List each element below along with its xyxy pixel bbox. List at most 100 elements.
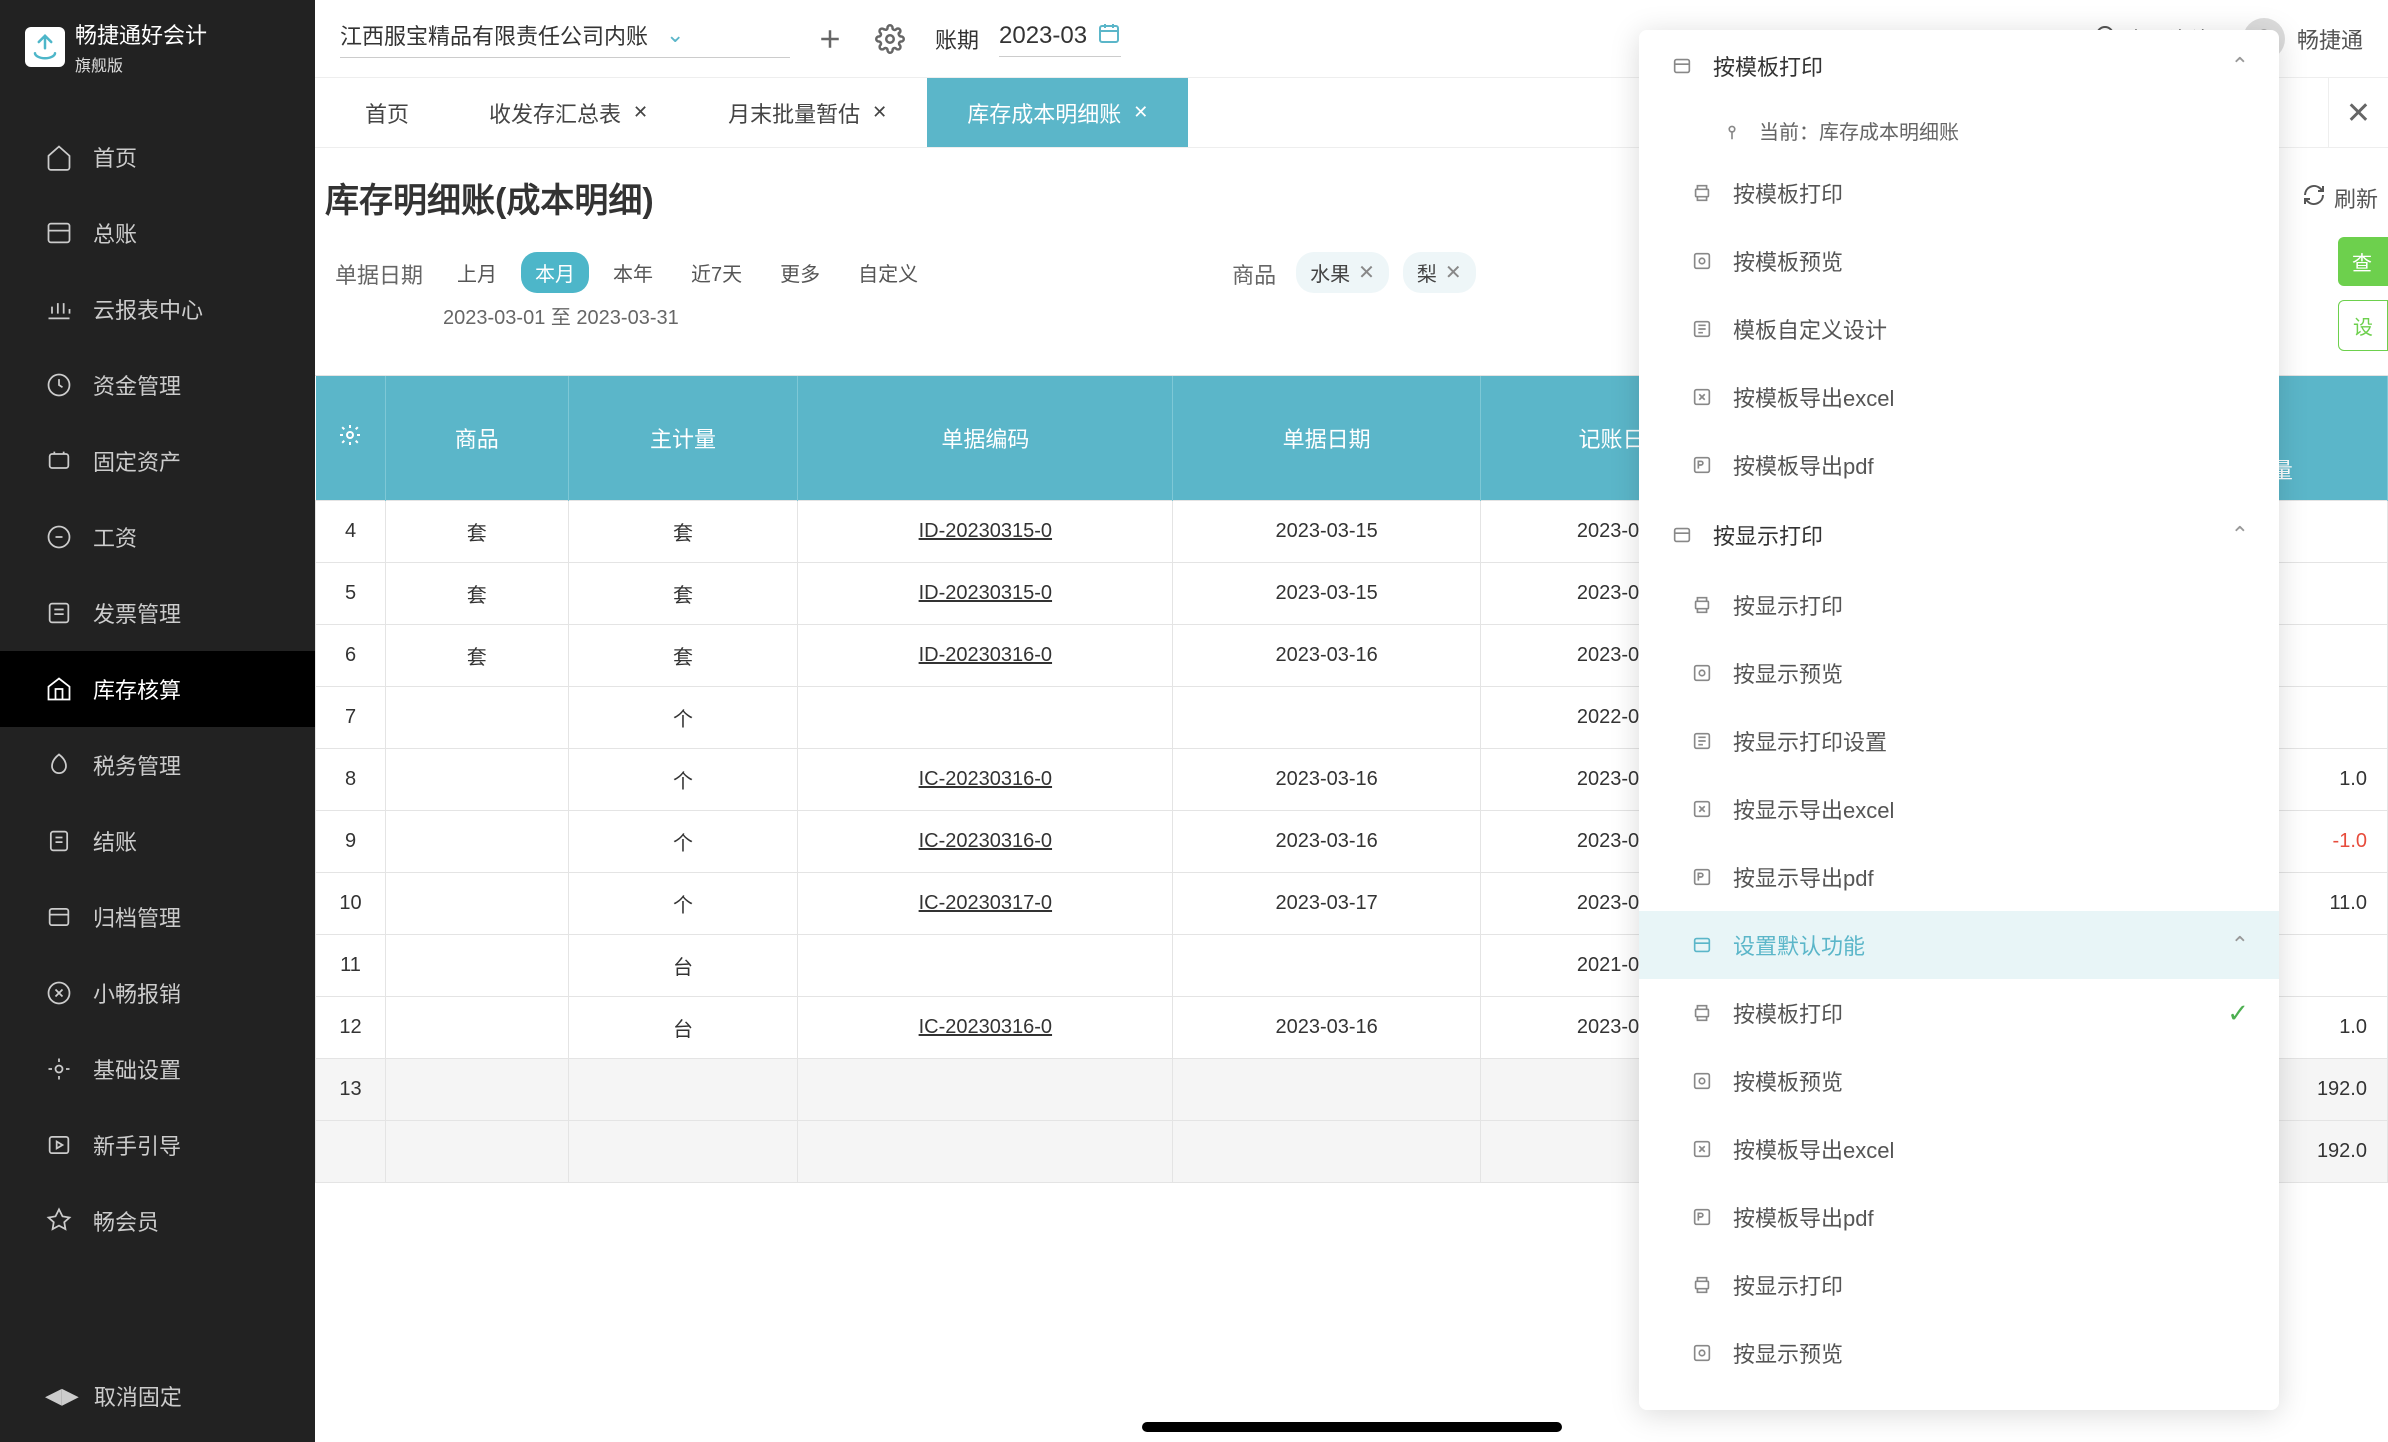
nav-item-1[interactable]: 总账: [0, 195, 315, 271]
cell-unit: 套: [568, 500, 798, 562]
nav-label: 基础设置: [93, 1053, 181, 1085]
tag-remove-icon[interactable]: ✕: [1358, 260, 1375, 285]
dd-item-1-4[interactable]: 按显示导出pdf: [1639, 843, 2279, 911]
preview-icon: [1689, 1340, 1715, 1366]
dd-item-2-3[interactable]: 按模板导出pdf: [1639, 1183, 2279, 1251]
dd-group-header-1[interactable]: 按显示打印⌃: [1639, 499, 2279, 571]
add-icon[interactable]: [815, 24, 845, 54]
dd-item-1-1[interactable]: 按显示预览: [1639, 639, 2279, 707]
cell-code[interactable]: IC-20230316-0: [798, 748, 1173, 810]
cell-goods: [386, 686, 569, 748]
date-chip[interactable]: 更多: [766, 252, 834, 293]
cell-index: 4: [316, 500, 386, 562]
nav-item-11[interactable]: 小畅报销: [0, 955, 315, 1031]
query-float-button[interactable]: 查: [2338, 237, 2388, 286]
nav-item-0[interactable]: 首页: [0, 119, 315, 195]
goods-tag[interactable]: 梨✕: [1403, 252, 1476, 293]
dd-item-1-0[interactable]: 按显示打印: [1639, 571, 2279, 639]
dd-item-0-0[interactable]: 按模板打印: [1639, 159, 2279, 227]
nav-item-14[interactable]: 畅会员: [0, 1183, 315, 1259]
date-chip[interactable]: 自定义: [844, 252, 932, 293]
cell-code[interactable]: IC-20230317-0: [798, 872, 1173, 934]
preview-icon: [1689, 1068, 1715, 1094]
group-label: 按显示打印: [1713, 519, 1823, 551]
dd-item-2-4[interactable]: 按显示打印: [1639, 1251, 2279, 1319]
nav-item-5[interactable]: 工资: [0, 499, 315, 575]
nav-icon-11: [45, 979, 73, 1007]
refresh-label: 刷新: [2334, 182, 2378, 214]
cell-code: [798, 1120, 1173, 1182]
tab-1[interactable]: 收发存汇总表✕: [449, 78, 688, 147]
dd-item-2-5[interactable]: 按显示预览: [1639, 1319, 2279, 1387]
col-doc-date: 单据日期: [1173, 376, 1481, 500]
goods-tag[interactable]: 水果✕: [1296, 252, 1389, 293]
tab-0[interactable]: 首页: [325, 78, 449, 147]
dd-item-0-3[interactable]: 按模板导出excel: [1639, 363, 2279, 431]
period-value: 2023-03: [999, 22, 1087, 50]
tab-close-icon[interactable]: ✕: [1133, 102, 1148, 123]
cell-code[interactable]: IC-20230316-0: [798, 996, 1173, 1058]
refresh-button[interactable]: 刷新: [2302, 182, 2378, 214]
tab-2[interactable]: 月末批量暂估✕: [688, 78, 927, 147]
nav-item-2[interactable]: 云报表中心: [0, 271, 315, 347]
period-select[interactable]: 2023-03: [999, 21, 1121, 57]
cell-code[interactable]: IC-20230316-0: [798, 810, 1173, 872]
nav-item-9[interactable]: 结账: [0, 803, 315, 879]
goods-tags: 水果✕ 梨✕: [1296, 252, 1476, 293]
settings-float-button[interactable]: 设: [2338, 300, 2388, 351]
date-chip[interactable]: 上月: [443, 252, 511, 293]
nav-label: 畅会员: [93, 1205, 159, 1237]
dd-item-0-2[interactable]: 模板自定义设计: [1639, 295, 2279, 363]
page-title: 库存明细账(成本明细): [325, 173, 654, 222]
group-icon: [1689, 932, 1715, 958]
dd-item-1-2[interactable]: 按显示打印设置: [1639, 707, 2279, 775]
nav-icon-7: [45, 675, 73, 703]
cell-index: 12: [316, 996, 386, 1058]
dd-item-2-1[interactable]: 按模板预览: [1639, 1047, 2279, 1115]
nav-item-7[interactable]: 库存核算: [0, 651, 315, 727]
cell-code[interactable]: ID-20230315-0: [798, 500, 1173, 562]
tab-close-icon[interactable]: ✕: [872, 102, 887, 123]
nav-item-6[interactable]: 发票管理: [0, 575, 315, 651]
dd-group-header-2[interactable]: 设置默认功能⌃: [1639, 911, 2279, 979]
cell-unit: 套: [568, 562, 798, 624]
dd-group-header-0[interactable]: 按模板打印⌃: [1639, 30, 2279, 102]
col-gear[interactable]: [316, 376, 386, 500]
dd-note: 当前：库存成本明细账: [1639, 102, 2279, 159]
calendar-icon: [1097, 21, 1121, 52]
nav-item-12[interactable]: 基础设置: [0, 1031, 315, 1107]
dd-item-0-4[interactable]: 按模板导出pdf: [1639, 431, 2279, 499]
sidebar-unpin[interactable]: ◀▶ 取消固定: [0, 1360, 315, 1442]
date-chip[interactable]: 近7天: [677, 252, 756, 293]
group-label: 设置默认功能: [1733, 929, 1865, 961]
nav-item-13[interactable]: 新手引导: [0, 1107, 315, 1183]
tab-3[interactable]: 库存成本明细账✕: [927, 78, 1188, 147]
date-chip[interactable]: 本月: [521, 252, 589, 293]
nav-item-10[interactable]: 归档管理: [0, 879, 315, 955]
dd-item-0-1[interactable]: 按模板预览: [1639, 227, 2279, 295]
nav-item-3[interactable]: 资金管理: [0, 347, 315, 423]
nav-item-4[interactable]: 固定资产: [0, 423, 315, 499]
nav-icon-3: [45, 371, 73, 399]
dd-item-2-6[interactable]: 按显示导出excel: [1639, 1387, 2279, 1410]
nav-item-8[interactable]: 税务管理: [0, 727, 315, 803]
gear-icon[interactable]: [875, 24, 905, 54]
dd-item-2-2[interactable]: 按模板导出excel: [1639, 1115, 2279, 1183]
dd-item-2-0[interactable]: 按模板打印✓: [1639, 979, 2279, 1047]
cell-date: 2023-03-16: [1173, 748, 1481, 810]
date-chip[interactable]: 本年: [599, 252, 667, 293]
cell-code[interactable]: ID-20230315-0: [798, 562, 1173, 624]
nav-icon-2: [45, 295, 73, 323]
nav-label: 资金管理: [93, 369, 181, 401]
pin-icon: [1719, 118, 1745, 144]
dd-item-1-3[interactable]: 按显示导出excel: [1639, 775, 2279, 843]
close-panel-button[interactable]: ✕: [2328, 78, 2388, 148]
cell-code[interactable]: ID-20230316-0: [798, 624, 1173, 686]
tab-close-icon[interactable]: ✕: [633, 102, 648, 123]
cell-goods: 套: [386, 562, 569, 624]
preview-icon: [1689, 660, 1715, 686]
nav-icon-4: [45, 447, 73, 475]
company-select[interactable]: 江西服宝精品有限责任公司内账 ⌄: [340, 19, 790, 58]
tag-remove-icon[interactable]: ✕: [1445, 260, 1462, 285]
sidebar-unpin-label: 取消固定: [94, 1380, 182, 1412]
